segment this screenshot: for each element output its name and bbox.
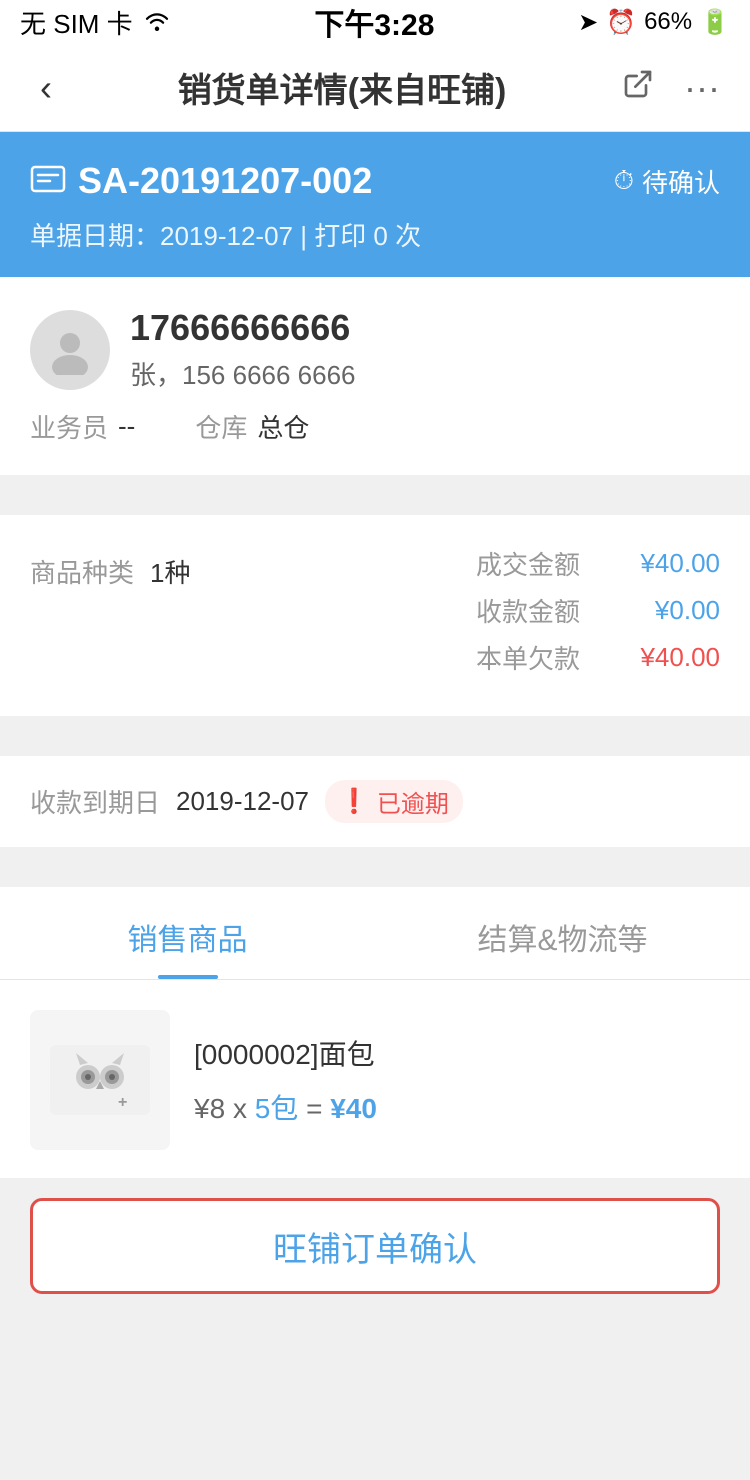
status-time: 下午3:28 — [314, 0, 434, 44]
order-status-badge: ⏱ 待确认 — [614, 163, 720, 200]
customer-name: 张，156 6666 6666 — [130, 355, 356, 392]
order-header-card: SA-20191207-002 ⏱ 待确认 单据日期：2019-12-07 | … — [0, 132, 750, 277]
warehouse-label: 仓库 — [195, 408, 247, 445]
customer-info: 17666666666 张，156 6666 6666 — [130, 307, 356, 392]
carrier-text: 无 SIM 卡 — [20, 4, 133, 41]
back-button[interactable]: ‹ — [30, 57, 62, 119]
multiply-sign: x — [233, 1093, 255, 1124]
divider-1 — [0, 475, 750, 495]
divider-3 — [0, 847, 750, 867]
more-icon[interactable]: ··· — [684, 67, 720, 109]
product-types-value: 1种 — [150, 553, 190, 590]
salesperson-label: 业务员 — [30, 408, 108, 445]
product-types: 商品种类 1种 — [30, 545, 190, 590]
balance-label: 本单欠款 — [476, 639, 580, 676]
wifi-icon — [143, 7, 171, 38]
received-row: 收款金额 ¥0.00 — [476, 592, 720, 629]
overdue-icon: ❗ — [339, 787, 369, 816]
overdue-text: 已逾期 — [377, 784, 449, 819]
customer-phone: 17666666666 — [130, 307, 356, 349]
customer-details-row: 业务员 -- 仓库 总仓 — [30, 408, 720, 445]
amounts-right: 成交金额 ¥40.00 收款金额 ¥0.00 本单欠款 ¥40.00 — [476, 545, 720, 686]
transaction-row: 成交金额 ¥40.00 — [476, 545, 720, 582]
due-date-section: 收款到期日 2019-12-07 ❗ 已逾期 — [0, 756, 750, 847]
salesperson-value: -- — [118, 411, 135, 442]
bottom-button-area: 旺铺订单确认 — [0, 1178, 750, 1334]
warehouse-item: 仓库 总仓 — [195, 408, 309, 445]
nav-bar: ‹ 销货单详情(来自旺铺) ··· — [0, 44, 750, 132]
nav-right-icons: ··· — [622, 67, 720, 109]
product-qty: 5包 — [255, 1093, 299, 1124]
alarm-icon: ⏰ — [606, 8, 636, 37]
status-left: 无 SIM 卡 — [20, 4, 171, 41]
tabs-header: 销售商品 结算&物流等 — [0, 887, 750, 980]
product-name: [0000002]面包 — [194, 1033, 720, 1073]
received-value: ¥0.00 — [600, 595, 720, 626]
equals-sign: = — [306, 1093, 330, 1124]
product-types-label: 商品种类 — [30, 553, 134, 590]
share-icon[interactable] — [622, 67, 654, 109]
status-right: ➤ ⏰ 66% 🔋 — [578, 8, 730, 37]
customer-row: 17666666666 张，156 6666 6666 — [30, 307, 720, 392]
product-item: + [0000002]面包 ¥8 x 5包 = ¥40 — [0, 980, 750, 1180]
salesperson-item: 业务员 -- — [30, 408, 135, 445]
received-label: 收款金额 — [476, 592, 580, 629]
header-top-row: SA-20191207-002 ⏱ 待确认 — [30, 160, 720, 202]
order-date: 单据日期：2019-12-07 | 打印 0 次 — [30, 216, 720, 253]
order-icon — [30, 160, 66, 202]
product-total: ¥40 — [330, 1093, 377, 1124]
overdue-badge: ❗ 已逾期 — [325, 780, 463, 823]
customer-section: 17666666666 张，156 6666 6666 业务员 -- 仓库 总仓 — [0, 277, 750, 475]
confirm-order-button[interactable]: 旺铺订单确认 — [30, 1198, 720, 1294]
location-icon: ➤ — [578, 8, 598, 37]
due-label: 收款到期日 — [30, 783, 160, 820]
tabs-section: 销售商品 结算&物流等 + — [0, 887, 750, 1180]
transaction-label: 成交金额 — [476, 545, 580, 582]
balance-value: ¥40.00 — [600, 642, 720, 673]
balance-row: 本单欠款 ¥40.00 — [476, 639, 720, 676]
status-bar: 无 SIM 卡 下午3:28 ➤ ⏰ 66% 🔋 — [0, 0, 750, 44]
order-id: SA-20191207-002 — [30, 160, 372, 202]
warehouse-value: 总仓 — [257, 408, 309, 445]
amounts-section: 商品种类 1种 成交金额 ¥40.00 收款金额 ¥0.00 本单欠款 ¥40.… — [0, 515, 750, 716]
tab-sales-goods[interactable]: 销售商品 — [0, 887, 375, 979]
battery-icon: 🔋 — [700, 8, 730, 37]
product-thumbnail: + — [30, 1010, 170, 1150]
clock-icon: ⏱ — [614, 165, 634, 197]
tab-settlement[interactable]: 结算&物流等 — [375, 887, 750, 979]
page-title: 销货单详情(来自旺铺) — [178, 63, 507, 112]
product-info: [0000002]面包 ¥8 x 5包 = ¥40 — [194, 1033, 720, 1127]
transaction-value: ¥40.00 — [600, 548, 720, 579]
battery-text: 66% — [644, 8, 692, 36]
avatar — [30, 310, 110, 390]
svg-text:+: + — [118, 1094, 127, 1111]
product-price: ¥8 x 5包 = ¥40 — [194, 1087, 720, 1127]
due-date-value: 2019-12-07 — [176, 786, 309, 817]
product-unit-price: ¥8 — [194, 1093, 225, 1124]
divider-2 — [0, 716, 750, 736]
